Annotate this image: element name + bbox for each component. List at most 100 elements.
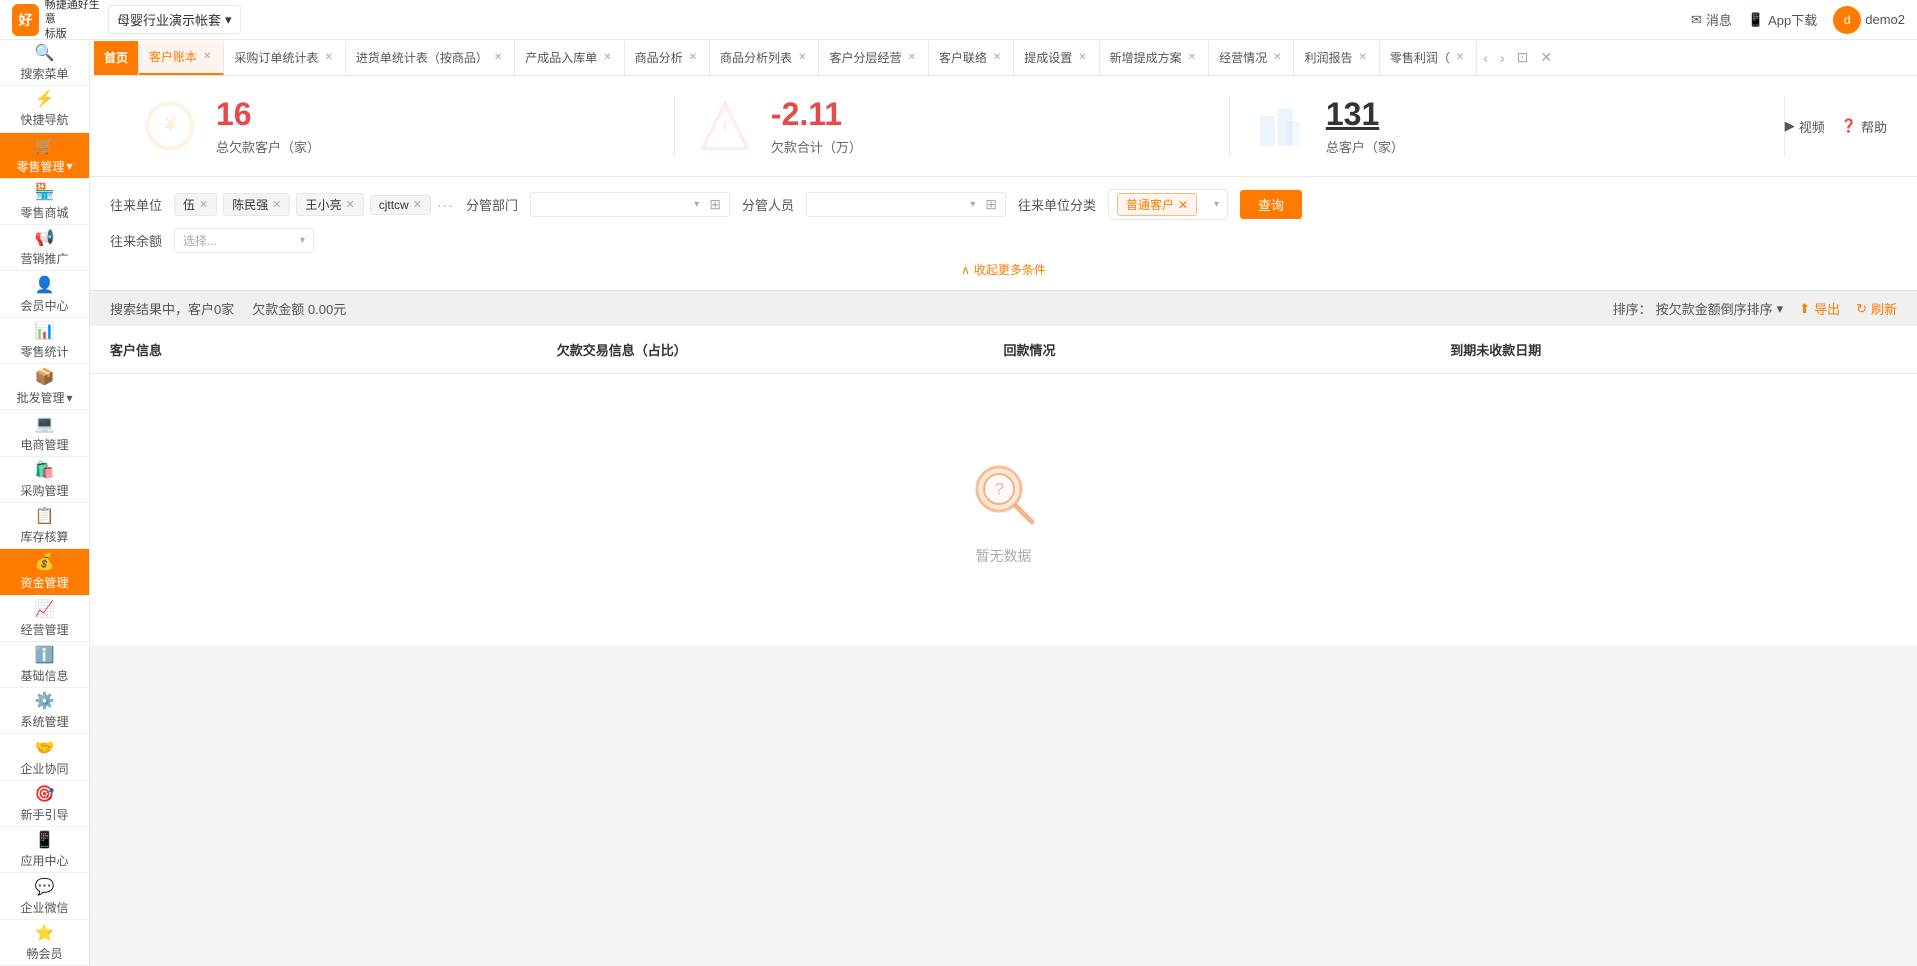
sidebar-item-retail-mall[interactable]: 🏪 零售商城 (0, 179, 89, 225)
collapse-filters-btn[interactable]: ∧ 收起更多条件 (961, 261, 1046, 278)
message-btn[interactable]: ✉ 消息 (1691, 10, 1732, 29)
tab-close-icon[interactable]: ✕ (796, 52, 808, 63)
tab-scroll-left[interactable]: ‹ (1477, 50, 1494, 66)
col-customer-info: 客户信息 (110, 336, 557, 363)
refresh-btn[interactable]: ↻ 刷新 (1856, 299, 1897, 318)
tab-improve-settings[interactable]: 提成设置 ✕ (1014, 41, 1099, 75)
debt-customers-value: 16 (216, 96, 320, 133)
tab-close-all-btn[interactable]: ✕ (1534, 49, 1558, 66)
sidebar-item-label: 零售管理 (16, 158, 64, 175)
remove-tag-cjttcw[interactable]: ✕ (413, 198, 422, 211)
app-download-btn[interactable]: 📱 App下载 (1748, 10, 1817, 29)
search-btn[interactable]: 查询 (1240, 190, 1302, 219)
sidebar-item-label: 畅会员 (26, 945, 62, 962)
sidebar-item-inventory[interactable]: 📋 库存核算 (0, 503, 89, 549)
user-menu[interactable]: d demo2 (1833, 6, 1905, 34)
tab-product-analysis-list[interactable]: 商品分析列表 ✕ (710, 41, 819, 75)
app-container: 好 畅捷通好生意 标版 母婴行业演示帐套 ▾ ✉ 消息 📱 App下载 d (0, 0, 1917, 966)
sidebar-item-basic-info[interactable]: ℹ️ 基础信息 (0, 642, 89, 688)
export-btn[interactable]: ⬆ 导出 (1799, 299, 1840, 318)
sidebar-item-label: 企业微信 (20, 899, 68, 916)
help-btn[interactable]: ❓ 帮助 (1841, 117, 1887, 136)
org-selector[interactable]: 母婴行业演示帐套 ▾ (108, 5, 241, 34)
sidebar-item-member-center[interactable]: 👤 会员中心 (0, 271, 89, 317)
col-repayment: 回款情况 (1004, 336, 1451, 363)
remove-tag-wu[interactable]: ✕ (199, 198, 208, 211)
sidebar-item-label: 批发管理 (16, 389, 64, 406)
tab-accounts[interactable]: 客户账本 ✕ (139, 41, 224, 75)
tab-close-icon[interactable]: ✕ (1271, 52, 1283, 63)
tab-expand-btn[interactable]: ⊡ (1511, 49, 1535, 66)
tab-customer-contact[interactable]: 客户联络 ✕ (929, 41, 1014, 75)
tab-purchase-stats-product[interactable]: 进货单统计表（按商品） ✕ (346, 41, 515, 75)
tab-label: 商品分析 (635, 49, 683, 66)
unit-classify-select[interactable]: 普通客户 ✕ ▾ (1108, 189, 1228, 220)
person-filter-label: 分管人员 (742, 195, 794, 214)
chevron-down-icon: ▾ (66, 159, 72, 173)
sidebar-item-search-menu[interactable]: 🔍 搜索菜单 (0, 40, 89, 86)
sidebar-item-capital[interactable]: 💰 资金管理 (0, 549, 89, 595)
sidebar-item-operations[interactable]: 📈 经营管理 (0, 596, 89, 642)
more-tags-btn[interactable]: ··· (437, 197, 454, 213)
sort-select[interactable]: 排序： 按欠款金额倒序排序 ▾ (1613, 299, 1784, 318)
sidebar-item-app-center[interactable]: 📱 应用中心 (0, 827, 89, 873)
basic-info-icon: ℹ️ (35, 645, 55, 665)
remove-tag-wang[interactable]: ✕ (346, 198, 355, 211)
sidebar-item-enterprise-wechat[interactable]: 💬 企业微信 (0, 873, 89, 919)
tab-close-icon[interactable]: ✕ (1454, 52, 1466, 63)
filter-row-2: 往来余额 选择... ▾ (110, 228, 1897, 253)
tab-purchase-order-stats[interactable]: 采购订单统计表 ✕ (224, 41, 345, 75)
sidebar-item-new-guide[interactable]: 🎯 新手引导 (0, 781, 89, 827)
tab-close-icon[interactable]: ✕ (687, 52, 699, 63)
stat-debt-amount: ! -2.11 欠款合计（万） (675, 96, 1230, 156)
table-header: 客户信息 欠款交易信息（占比） 回款情况 到期未收款日期 (90, 326, 1917, 374)
sidebar-item-enterprise-collab[interactable]: 🤝 企业协同 (0, 734, 89, 780)
logo-icon: 好 (12, 4, 39, 36)
sidebar-item-marketing[interactable]: 📢 营销推广 (0, 225, 89, 271)
tab-close-icon[interactable]: ✕ (991, 52, 1003, 63)
remove-classify-tag[interactable]: ✕ (1178, 198, 1188, 212)
sidebar-item-retail-mgmt[interactable]: 🛒 零售管理 ▾ (0, 133, 89, 179)
top-bar: 好 畅捷通好生意 标版 母婴行业演示帐套 ▾ ✉ 消息 📱 App下载 d (0, 0, 1917, 40)
tab-close-icon[interactable]: ✕ (905, 52, 917, 63)
filter-tag-chen: 陈民强 ✕ (223, 193, 290, 216)
tab-close-icon[interactable]: ✕ (201, 51, 213, 62)
wholesale-icon: 📦 (35, 367, 55, 387)
sidebar-item-ecommerce[interactable]: 💻 电商管理 (0, 410, 89, 456)
tab-close-icon[interactable]: ✕ (1076, 52, 1088, 63)
tab-close-icon[interactable]: ✕ (1186, 52, 1198, 63)
logo-text: 畅捷通好生意 标版 (45, 0, 100, 41)
sidebar-item-system[interactable]: ⚙️ 系统管理 (0, 688, 89, 734)
top-bar-right: ✉ 消息 📱 App下载 d demo2 (1691, 6, 1905, 34)
sidebar-item-purchase[interactable]: 🛍️ 采购管理 (0, 457, 89, 503)
remove-tag-chen[interactable]: ✕ (272, 198, 281, 211)
tab-customer-segment[interactable]: 客户分层经营 ✕ (819, 41, 928, 75)
tab-close-icon[interactable]: ✕ (601, 52, 613, 63)
filter-tag-wang: 王小亮 ✕ (296, 193, 363, 216)
tab-product-entry[interactable]: 产成品入库单 ✕ (515, 41, 624, 75)
video-help-btn[interactable]: ▶ 视频 (1785, 117, 1825, 136)
sidebar-item-pro-member[interactable]: ⭐ 畅会员 (0, 920, 89, 966)
tab-new-improve-plan[interactable]: 新增提成方案 ✕ (1100, 41, 1209, 75)
sidebar-item-label: 应用中心 (20, 852, 68, 869)
sidebar-item-retail-stats[interactable]: 📊 零售统计 (0, 318, 89, 364)
tab-home[interactable]: 首页 (94, 41, 139, 75)
sidebar-item-quick-nav[interactable]: ⚡ 快捷导航 (0, 86, 89, 132)
tab-close-icon[interactable]: ✕ (492, 52, 504, 63)
dept-filter-select[interactable]: ▾ ⊞ (530, 192, 730, 217)
stat-debt-customers: ¥ 16 总欠款客户（家） (120, 96, 675, 156)
tab-close-icon[interactable]: ✕ (1357, 52, 1369, 63)
sidebar-item-wholesale-mgmt[interactable]: 📦 批发管理 ▾ (0, 364, 89, 410)
stats-icon: 📊 (35, 321, 55, 341)
tab-business-status[interactable]: 经营情况 ✕ (1209, 41, 1294, 75)
person-filter-select[interactable]: ▾ ⊞ (806, 192, 1006, 217)
sidebar-item-label: 零售统计 (20, 343, 68, 360)
tab-close-icon[interactable]: ✕ (322, 52, 334, 63)
tab-profit-report[interactable]: 利润报告 ✕ (1294, 41, 1379, 75)
unit-filter-label: 往来单位 (110, 195, 162, 214)
tab-product-analysis[interactable]: 商品分析 ✕ (625, 41, 710, 75)
svg-text:?: ? (995, 481, 1004, 498)
tab-scroll-right[interactable]: › (1494, 50, 1511, 66)
balance-filter-select[interactable]: 选择... ▾ (174, 228, 314, 253)
tab-retail-profit[interactable]: 零售利润（ ✕ (1380, 41, 1477, 75)
